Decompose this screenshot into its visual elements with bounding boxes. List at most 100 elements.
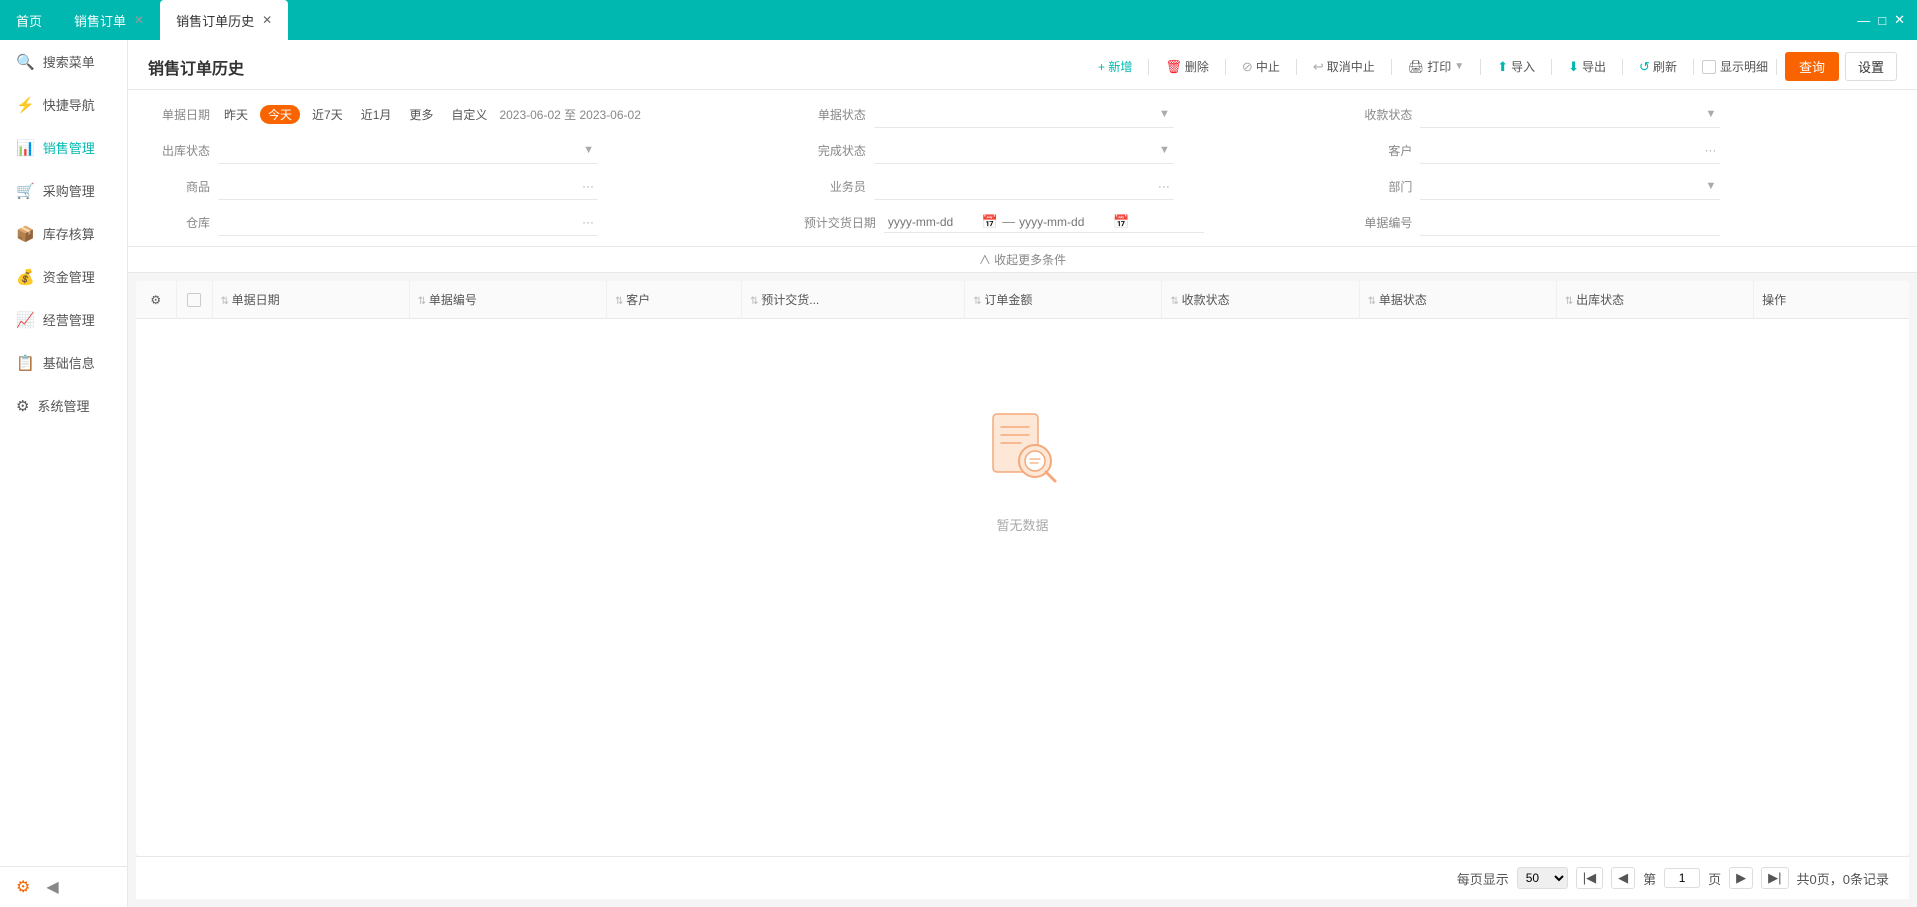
- date-btn-more[interactable]: 更多: [403, 104, 439, 125]
- status-filter-control[interactable]: ▼: [874, 100, 1174, 128]
- th-settings[interactable]: ⚙: [136, 281, 176, 319]
- search-button[interactable]: 查询: [1785, 52, 1839, 81]
- import-button[interactable]: ⬆ 导入: [1489, 54, 1543, 79]
- payment-dropdown-arrow: ▼: [1706, 108, 1717, 120]
- last-page-btn[interactable]: ▶|: [1761, 867, 1788, 889]
- toolbar-separator-6: [1551, 59, 1552, 75]
- th-amount[interactable]: ⇅ 订单金额: [965, 281, 1162, 319]
- th-expected-date[interactable]: ⇅ 预计交货...: [742, 281, 965, 319]
- warehouse-filter-control[interactable]: ···: [218, 208, 598, 236]
- finance-icon: 💰: [16, 268, 35, 286]
- prev-page-btn[interactable]: ◀: [1611, 867, 1635, 889]
- settings-button[interactable]: 设置: [1845, 52, 1897, 81]
- tab-sales-order-history[interactable]: 销售订单历史 ✕: [160, 0, 288, 40]
- calendar-icon-2[interactable]: 📅: [1113, 214, 1129, 230]
- th-billno[interactable]: ⇅ 单据编号: [409, 281, 606, 319]
- print-dropdown-icon: ▼: [1454, 61, 1464, 72]
- export-button[interactable]: ⬇ 导出: [1560, 54, 1614, 79]
- collapse-bar[interactable]: ∧ 收起更多条件: [128, 247, 1917, 273]
- print-button[interactable]: 🖨 打印 ▼: [1400, 54, 1472, 79]
- toolbar: + 新增 🗑 删除 ⊘ 中止 ↩ 取消中止: [1090, 52, 1897, 81]
- sidebar-item-base[interactable]: 📋 基础信息: [0, 341, 127, 384]
- sidebar-item-finance[interactable]: 💰 资金管理: [0, 255, 127, 298]
- window-minimize-btn[interactable]: —: [1857, 13, 1870, 28]
- filter-group-status: 单据状态 ▼: [804, 100, 1351, 128]
- new-button[interactable]: + 新增: [1090, 54, 1140, 79]
- th-out-status[interactable]: ⇅ 出库状态: [1556, 281, 1753, 319]
- warehouse-dots: ···: [582, 215, 594, 229]
- calendar-icon-1[interactable]: 📅: [982, 214, 998, 230]
- sidebar-collapse-icon[interactable]: ◀: [46, 877, 58, 897]
- filter-group-payment: 收款状态 ▼: [1350, 100, 1897, 128]
- date-btn-today[interactable]: 今天: [260, 105, 300, 124]
- sidebar-item-quicknav[interactable]: ⚡ 快捷导航: [0, 83, 127, 126]
- payment-filter-label: 收款状态: [1350, 106, 1420, 123]
- sidebar-item-inventory[interactable]: 📦 库存核算: [0, 212, 127, 255]
- tab-sales-order-close[interactable]: ✕: [134, 13, 144, 27]
- tab-sales-order-history-close[interactable]: ✕: [262, 13, 272, 27]
- toolbar-separator-5: [1480, 59, 1481, 75]
- sidebar: 🔍 搜索菜单 ⚡ 快捷导航 📊 销售管理 🛒 采购管理 📦 库存核算 💰 资金管…: [0, 40, 128, 907]
- stop-button[interactable]: ⊘ 中止: [1234, 54, 1288, 79]
- filter-group-date: 单据日期 昨天 今天 近7天 近1月 更多 自定义 2023-06-02 至 2…: [148, 104, 804, 125]
- quicknav-icon: ⚡: [16, 96, 35, 114]
- page-number-input[interactable]: [1664, 868, 1700, 888]
- cancel-stop-button[interactable]: ↩ 取消中止: [1305, 54, 1383, 79]
- first-page-btn[interactable]: |◀: [1576, 867, 1603, 889]
- out-status-filter-label: 出库状态: [148, 142, 218, 159]
- next-page-btn[interactable]: ▶: [1729, 867, 1753, 889]
- dept-filter-control[interactable]: ▼: [1420, 172, 1720, 200]
- date-btn-1month[interactable]: 近1月: [355, 104, 398, 125]
- stop-button-label: 中止: [1256, 58, 1280, 75]
- ops-icon: 📈: [16, 311, 35, 329]
- window-close-btn[interactable]: ✕: [1894, 12, 1905, 28]
- billno-filter-control[interactable]: [1420, 208, 1720, 236]
- per-page-select[interactable]: 50 10 20 100: [1517, 867, 1568, 889]
- customer-dots: ···: [1704, 143, 1716, 157]
- new-button-label: + 新增: [1098, 58, 1132, 75]
- tab-home[interactable]: 首页: [0, 0, 58, 40]
- date-btn-7days[interactable]: 近7天: [306, 104, 349, 125]
- tab-sales-order[interactable]: 销售订单 ✕: [58, 0, 160, 40]
- expected-date-to[interactable]: [1019, 215, 1109, 229]
- date-filter-label: 单据日期: [148, 106, 218, 123]
- purchase-icon: 🛒: [16, 182, 35, 200]
- billno-filter-label: 单据编号: [1350, 214, 1420, 231]
- sidebar-item-purchase[interactable]: 🛒 采购管理: [0, 169, 127, 212]
- product-filter-control[interactable]: ···: [218, 172, 598, 200]
- sidebar-item-sales[interactable]: 📊 销售管理: [0, 126, 127, 169]
- th-payment-status[interactable]: ⇅ 收款状态: [1162, 281, 1359, 319]
- delete-button[interactable]: 🗑 删除: [1157, 54, 1217, 79]
- delete-icon: 🗑: [1165, 59, 1182, 75]
- customer-filter-control[interactable]: ···: [1420, 136, 1720, 164]
- tab-sales-order-label: 销售订单: [74, 11, 126, 30]
- window-maximize-btn[interactable]: □: [1878, 13, 1886, 28]
- total-text: 共0页，0条记录: [1797, 869, 1889, 888]
- filter-group-out-status: 出库状态 ▼: [148, 136, 804, 164]
- th-checkbox[interactable]: [176, 281, 212, 319]
- th-bill-status[interactable]: ⇅ 单据状态: [1359, 281, 1556, 319]
- date-btn-yesterday[interactable]: 昨天: [218, 104, 254, 125]
- expected-date-from[interactable]: [888, 215, 978, 229]
- complete-filter-control[interactable]: ▼: [874, 136, 1174, 164]
- collapse-bar-icon: ∧: [979, 253, 991, 267]
- date-btn-custom[interactable]: 自定义: [445, 104, 493, 125]
- top-bar: 首页 销售订单 ✕ 销售订单历史 ✕ — □ ✕: [0, 0, 1917, 40]
- th-date[interactable]: ⇅ 单据日期: [212, 281, 409, 319]
- sidebar-item-system[interactable]: ⚙ 系统管理: [0, 384, 127, 427]
- payment-filter-control[interactable]: ▼: [1420, 100, 1720, 128]
- sidebar-item-ops[interactable]: 📈 经营管理: [0, 298, 127, 341]
- complete-dropdown-arrow: ▼: [1159, 144, 1170, 156]
- show-detail-toggle[interactable]: 显示明细: [1702, 58, 1768, 75]
- sidebar-item-search[interactable]: 🔍 搜索菜单: [0, 40, 127, 83]
- refresh-button[interactable]: ↺ 刷新: [1631, 54, 1685, 79]
- show-detail-checkbox[interactable]: [1702, 60, 1716, 74]
- date-range-dash: —: [1002, 214, 1015, 229]
- dept-dropdown-arrow: ▼: [1706, 180, 1717, 192]
- out-status-filter-control[interactable]: ▼: [218, 136, 598, 164]
- expected-date-label: 预计交货日期: [804, 214, 884, 231]
- th-customer[interactable]: ⇅ 客户: [606, 281, 741, 319]
- salesperson-filter-control[interactable]: ···: [874, 172, 1174, 200]
- date-filter-options: 昨天 今天 近7天 近1月 更多 自定义 2023-06-02 至 2023-0…: [218, 104, 804, 125]
- sidebar-settings-icon[interactable]: ⚙: [16, 877, 30, 897]
